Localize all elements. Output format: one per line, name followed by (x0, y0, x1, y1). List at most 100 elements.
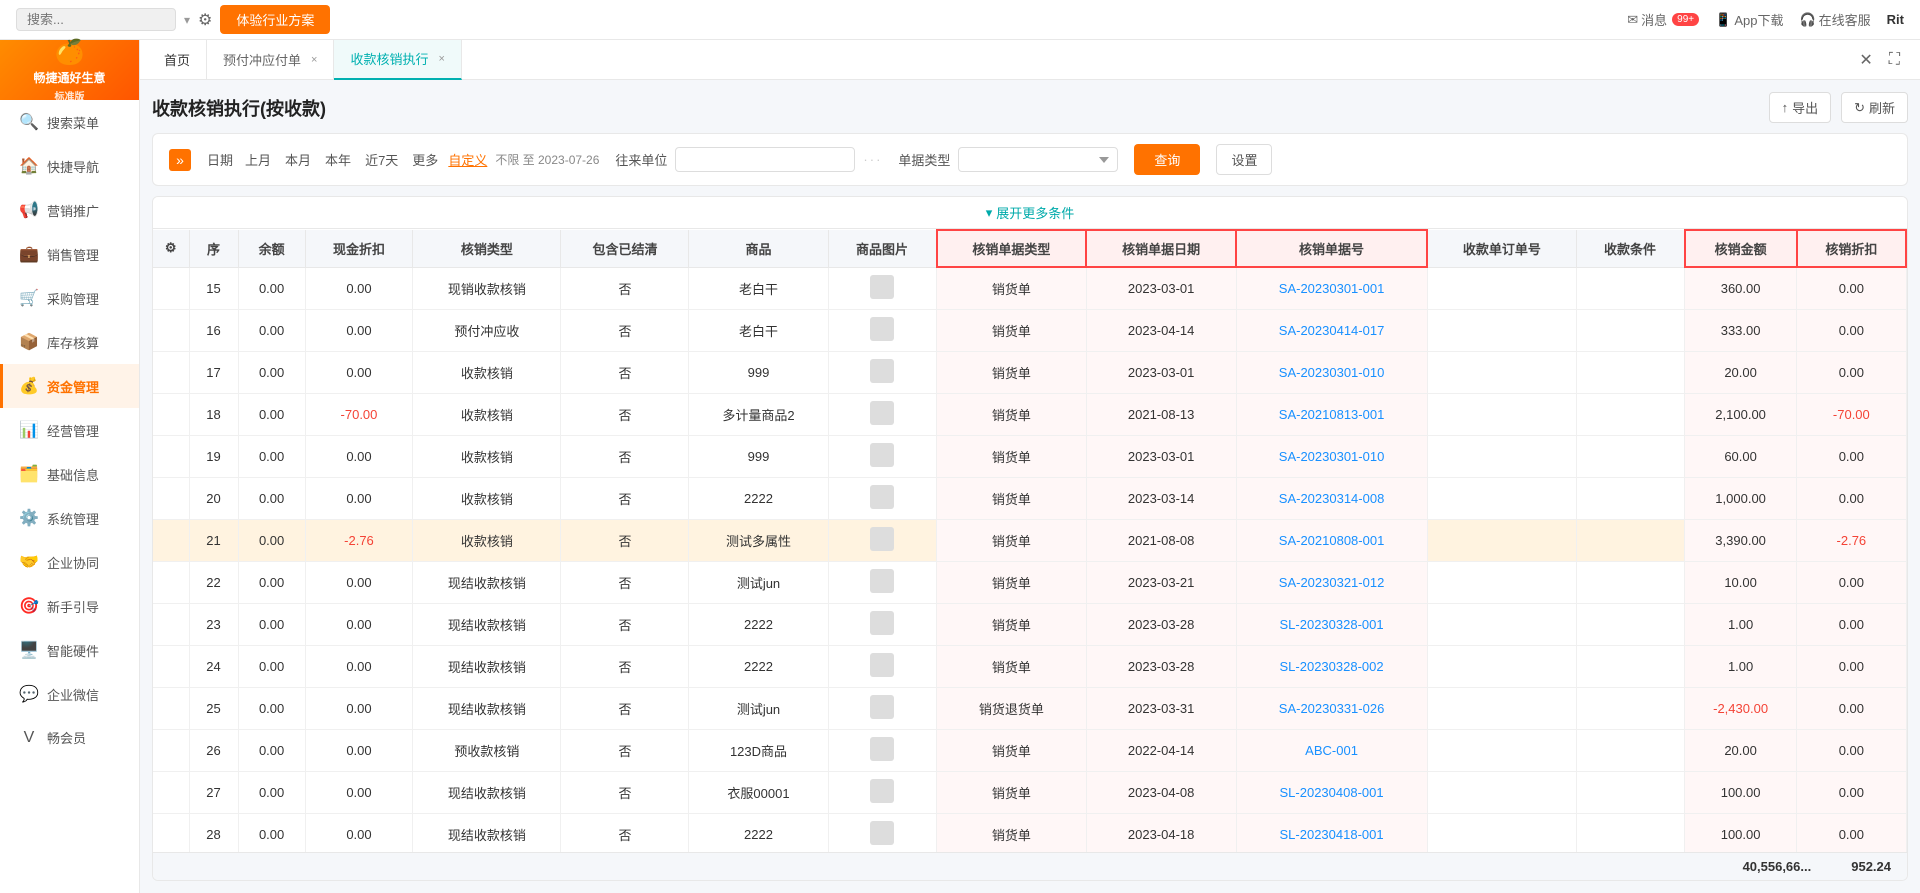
message-icon-group[interactable]: ✉ 消息 99+ (1627, 10, 1699, 29)
table-row: 15 0.00 0.00 现销收款核销 否 老白干 销货单 2023-03-01… (153, 267, 1906, 309)
tab-prepay[interactable]: 预付冲应付单 × (207, 40, 334, 80)
sidebar-item-base[interactable]: 🗂️基础信息 (0, 452, 139, 496)
sidebar-item-finance[interactable]: 💰资金管理 (0, 364, 139, 408)
filter-settings-button[interactable]: 设置 (1216, 144, 1272, 175)
product-image-cell (828, 351, 936, 393)
row-cancel-no[interactable]: SA-20230331-026 (1236, 687, 1427, 729)
sidebar-items: 🔍搜索菜单🏠快捷导航📢营销推广💼销售管理🛒采购管理📦库存核算💰资金管理📊经营管理… (0, 100, 139, 759)
sidebar-item-hardware[interactable]: 🖥️智能硬件 (0, 628, 139, 672)
sidebar-item-corp[interactable]: 🤝企业协同 (0, 540, 139, 584)
hardware-icon: 🖥️ (19, 640, 39, 660)
filter-expand-button[interactable]: » (169, 149, 191, 171)
row-cancel-no[interactable]: SA-20210813-001 (1236, 393, 1427, 435)
row-cancel-type: 预收款核销 (413, 729, 561, 771)
dropdown-arrow-icon[interactable]: ▾ (184, 13, 190, 27)
query-button[interactable]: 查询 (1134, 144, 1200, 175)
top-bar-right: ✉ 消息 99+ 📱 App下载 🎧 在线客服 Rit (1627, 10, 1904, 29)
settings-icon[interactable]: ⚙ (198, 10, 212, 30)
col-balance: 余额 (238, 230, 305, 267)
cancel-no-link[interactable]: SL-20230328-001 (1280, 617, 1384, 632)
cancel-no-link[interactable]: SA-20230314-008 (1279, 491, 1385, 506)
message-label: 消息 (1641, 10, 1667, 29)
tab-collection-close[interactable]: × (438, 53, 444, 65)
sidebar-item-newbie[interactable]: 🎯新手引导 (0, 584, 139, 628)
cancel-no-link[interactable]: SA-20230301-001 (1279, 281, 1385, 296)
cancel-no-link[interactable]: SA-20230414-017 (1279, 323, 1385, 338)
tab-prepay-close[interactable]: × (311, 54, 317, 66)
last-7days-btn[interactable]: 近7天 (361, 148, 402, 171)
online-service-link[interactable]: 🎧 在线客服 (1799, 10, 1870, 29)
row-receipt-cond (1576, 729, 1684, 771)
expand-window-button[interactable]: ⛶ (1885, 47, 1904, 73)
row-cancel-voucher-type: 销货单 (937, 435, 1087, 477)
row-cancel-no[interactable]: SL-20230328-002 (1236, 645, 1427, 687)
row-receipt-cond (1576, 267, 1684, 309)
voucher-type-select[interactable]: 销货单 销货退货单 (958, 147, 1118, 172)
cancel-no-link[interactable]: SA-20210808-001 (1279, 533, 1385, 548)
row-product: 多计量商品2 (689, 393, 828, 435)
row-receipt-order-no (1427, 729, 1576, 771)
partner-filter-input[interactable] (675, 147, 855, 172)
user-name[interactable]: Rit (1887, 12, 1904, 27)
sidebar-item-ops[interactable]: 📊经营管理 (0, 408, 139, 452)
sidebar-item-purchase[interactable]: 🛒采购管理 (0, 276, 139, 320)
tab-collection[interactable]: 收款核销执行 × (334, 40, 461, 80)
sidebar-item-vip[interactable]: V畅会员 (0, 716, 139, 759)
sidebar-item-sales[interactable]: 💼销售管理 (0, 232, 139, 276)
row-cancel-no[interactable]: SL-20230418-001 (1236, 813, 1427, 852)
col-cancel-no: 核销单据号 (1236, 230, 1427, 267)
row-cancel-no[interactable]: SA-20230301-010 (1236, 351, 1427, 393)
row-cancel-no[interactable]: SA-20230314-008 (1236, 477, 1427, 519)
this-year-btn[interactable]: 本年 (321, 148, 355, 171)
cancel-no-link[interactable]: SA-20210813-001 (1279, 407, 1385, 422)
cancel-no-link[interactable]: SA-20230301-010 (1279, 365, 1385, 380)
app-download-link[interactable]: 📱 App下载 (1715, 10, 1783, 29)
row-cancel-amount: 10.00 (1685, 561, 1797, 603)
row-cancel-no[interactable]: ABC-001 (1236, 729, 1427, 771)
row-product: 123D商品 (689, 729, 828, 771)
this-month-btn[interactable]: 本月 (281, 148, 315, 171)
row-cancel-no[interactable]: SA-20230301-010 (1236, 435, 1427, 477)
tab-home[interactable]: 首页 (148, 40, 207, 80)
export-button[interactable]: ↑ 导出 (1769, 92, 1832, 123)
row-cash-discount: 0.00 (305, 645, 413, 687)
row-settings (153, 645, 189, 687)
row-cancel-type: 收款核销 (413, 393, 561, 435)
cancel-no-link[interactable]: SL-20230328-002 (1280, 659, 1384, 674)
row-cancel-no[interactable]: SA-20230321-012 (1236, 561, 1427, 603)
sidebar-item-inventory[interactable]: 📦库存核算 (0, 320, 139, 364)
row-cancel-date: 2023-03-28 (1086, 645, 1236, 687)
cancel-no-link[interactable]: SA-20230331-026 (1279, 701, 1385, 716)
refresh-button[interactable]: ↻ 刷新 (1841, 92, 1908, 123)
row-cancel-type: 现结收款核销 (413, 603, 561, 645)
row-product: 老白干 (689, 309, 828, 351)
cancel-no-link[interactable]: SL-20230418-001 (1280, 827, 1384, 842)
close-window-button[interactable]: ✕ (1855, 46, 1876, 74)
more-date-btn[interactable]: 更多 (408, 148, 442, 171)
row-cash-discount: 0.00 (305, 477, 413, 519)
sidebar-item-wechat[interactable]: 💬企业微信 (0, 672, 139, 716)
row-cancel-no[interactable]: SA-20230414-017 (1236, 309, 1427, 351)
app-icon: 📱 (1715, 12, 1731, 28)
sidebar-item-system[interactable]: ⚙️系统管理 (0, 496, 139, 540)
row-cancel-no[interactable]: SA-20230301-001 (1236, 267, 1427, 309)
sidebar-item-quicknav[interactable]: 🏠快捷导航 (0, 144, 139, 188)
cancel-no-link[interactable]: SA-20230301-010 (1279, 449, 1385, 464)
expand-more-button[interactable]: ▾ 展开更多条件 (986, 203, 1075, 222)
row-cancel-no[interactable]: SA-20210808-001 (1236, 519, 1427, 561)
sidebar-item-marketing[interactable]: 📢营销推广 (0, 188, 139, 232)
last-month-btn[interactable]: 上月 (241, 148, 275, 171)
row-cancel-no[interactable]: SL-20230408-001 (1236, 771, 1427, 813)
search-input[interactable] (16, 8, 176, 31)
cancel-no-link[interactable]: SA-20230321-012 (1279, 575, 1385, 590)
sidebar-item-search[interactable]: 🔍搜索菜单 (0, 100, 139, 144)
row-cancel-no[interactable]: SL-20230328-001 (1236, 603, 1427, 645)
cancel-no-link[interactable]: ABC-001 (1305, 743, 1358, 758)
row-cancel-discount: -70.00 (1797, 393, 1906, 435)
row-cancel-voucher-type: 销货单 (937, 519, 1087, 561)
row-balance: 0.00 (238, 687, 305, 729)
table-container[interactable]: ⚙ 序 余额 现金折扣 核销类型 包含已结清 商品 商品图片 核销单据类型 核销… (153, 229, 1907, 852)
industry-solution-button[interactable]: 体验行业方案 (220, 5, 330, 34)
cancel-no-link[interactable]: SL-20230408-001 (1280, 785, 1384, 800)
custom-date-btn[interactable]: 自定义 (448, 150, 487, 169)
